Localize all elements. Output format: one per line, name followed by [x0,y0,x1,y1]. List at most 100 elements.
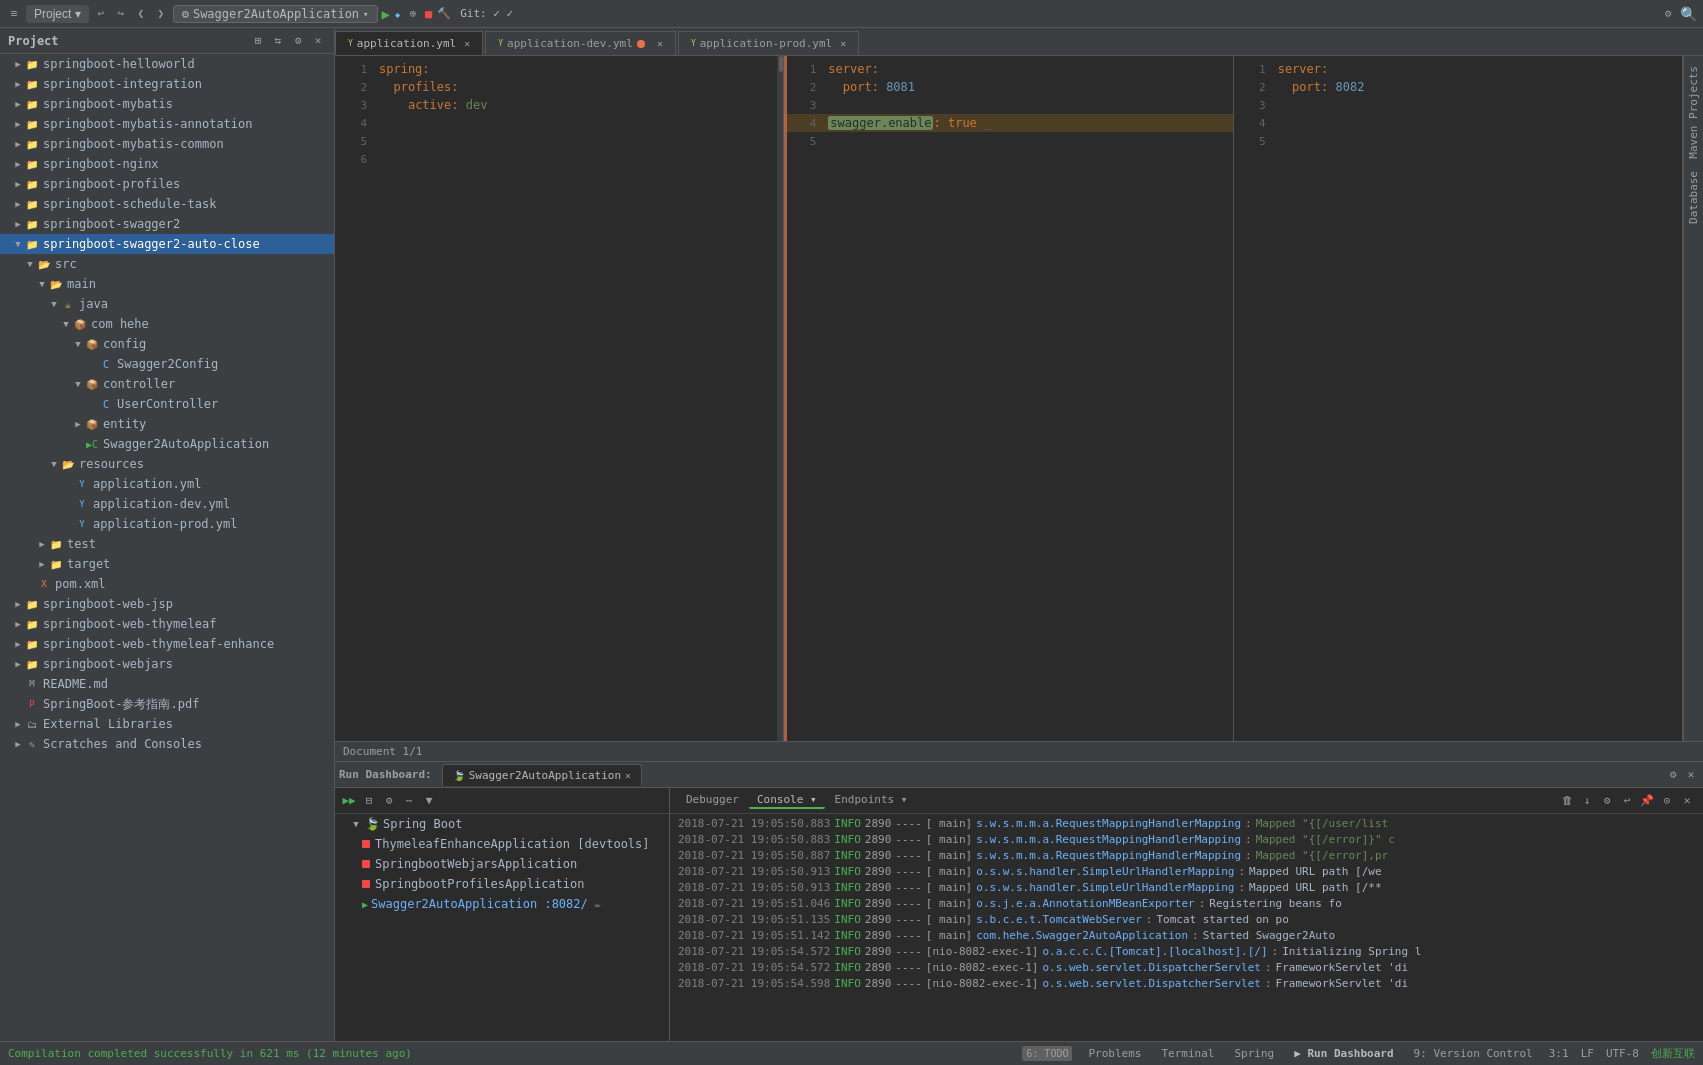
undo-icon[interactable]: ↩ [93,6,109,22]
sidebar-close-icon[interactable]: ✕ [310,33,326,49]
tree-item-mybatis[interactable]: ▶ 📁 springboot-mybatis [0,94,334,114]
process-profiles[interactable]: SpringbootProfilesApplication [335,874,669,894]
tree-item-pdf[interactable]: P SpringBoot-参考指南.pdf [0,694,334,714]
tab-close-appdevyml[interactable]: ✕ [657,38,663,49]
edit-icon[interactable]: ✏ [595,899,601,910]
tree-item-mybatis-common[interactable]: ▶ 📁 springboot-mybatis-common [0,134,334,154]
menu-icon[interactable]: ≡ [6,6,22,22]
editor-content-1[interactable]: 1 spring: 2 profiles: 3 active: dev 4 [335,56,783,741]
tree-item-nginx[interactable]: ▶ 📁 springboot-nginx [0,154,334,174]
more-icon[interactable]: ⋯ [401,793,417,809]
editor-content-3[interactable]: 1 server: 2 port: 8082 3 4 [1234,56,1682,741]
tree-item-appyml[interactable]: Y application.yml [0,474,334,494]
tree-item-thymeleaf-enhance[interactable]: ▶ 📁 springboot-web-thymeleaf-enhance [0,634,334,654]
coverage-button[interactable]: ⊕ [405,6,421,22]
tree-item-swagger2-auto[interactable]: ▼ 📁 springboot-swagger2-auto-close [0,234,334,254]
tree-item-thymeleaf[interactable]: ▶ 📁 springboot-web-thymeleaf [0,614,334,634]
log-class-3: s.w.s.m.m.a.RequestMappingHandlerMapping [976,848,1241,864]
tab-application-dev-yml[interactable]: Y application-dev.yml ✕ [485,31,676,55]
tab-close-appyml[interactable]: ✕ [464,38,470,49]
tree-item-main[interactable]: ▼ 📂 main [0,274,334,294]
console-pin-icon[interactable]: 📌 [1639,793,1655,809]
console-filter-icon[interactable]: ⚙ [1599,793,1615,809]
build-icon[interactable]: 🔨 [436,6,452,22]
sidebar-gear-icon[interactable]: ⚙ [290,33,306,49]
nav-forward-icon[interactable]: ❯ [153,6,169,22]
tree-item-webjars[interactable]: ▶ 📁 springboot-webjars [0,654,334,674]
todo-tab[interactable]: 6: TODO [1022,1046,1072,1061]
tree-item-schedule[interactable]: ▶ 📁 springboot-schedule-task [0,194,334,214]
tree-item-entity[interactable]: ▶ 📦 entity [0,414,334,434]
maven-projects-label[interactable]: Maven Projects [1685,60,1702,165]
database-label[interactable]: Database [1685,165,1702,230]
tree-item-scratches[interactable]: ▶ ✎ Scratches and Consoles [0,734,334,754]
project-button[interactable]: Project ▾ [26,5,89,23]
run-dashboard-label: Run Dashboard: [339,768,432,781]
run-tab-close[interactable]: ✕ [625,770,631,781]
tab-application-yml[interactable]: Y application.yml ✕ [335,31,483,55]
process-group-spring[interactable]: ▼ 🍃 Spring Boot [335,814,669,834]
sidebar-sync-icon[interactable]: ⇆ [270,33,286,49]
run-dashboard-tab[interactable]: ▶ Run Dashboard [1290,1045,1397,1062]
funnel-icon[interactable]: ▼ [421,793,437,809]
tree-item-resources[interactable]: ▼ 📂 resources [0,454,334,474]
process-thymeleaf-enhance[interactable]: ThymeleafEnhanceApplication [devtools] [335,834,669,854]
console-clear-icon[interactable]: 🗑 [1559,793,1575,809]
sidebar-settings-icon[interactable]: ⊞ [250,33,266,49]
tree-item-comhehe[interactable]: ▼ 📦 com hehe [0,314,334,334]
tree-item-usercontroller[interactable]: C UserController [0,394,334,414]
process-webjars[interactable]: SpringbootWebjarsApplication [335,854,669,874]
run-close-icon[interactable]: ✕ [1683,767,1699,783]
tree-item-swagger2config[interactable]: C Swagger2Config [0,354,334,374]
editor-content-2[interactable]: 1 server: 2 port: 8081 3 4 swagger.enabl… [784,56,1232,741]
tree-item-config[interactable]: ▼ 📦 config [0,334,334,354]
process-swagger2-auto[interactable]: ▶ Swagger2AutoApplication :8082/ ✏ [335,894,669,914]
tree-item-readme[interactable]: M README.md [0,674,334,694]
run-button[interactable]: ▶ [382,6,390,22]
tab-close-appprodyyml[interactable]: ✕ [840,38,846,49]
tree-item-integration[interactable]: ▶ 📁 springboot-integration [0,74,334,94]
tree-item-webjsp[interactable]: ▶ 📁 springboot-web-jsp [0,594,334,614]
tree-item-controller[interactable]: ▼ 📦 controller [0,374,334,394]
collapse-all-icon[interactable]: ⊟ [361,793,377,809]
tree-item-mybatis-ann[interactable]: ▶ 📁 springboot-mybatis-annotation [0,114,334,134]
tree-item-test[interactable]: ▶ 📁 test [0,534,334,554]
tree-item-appprodyyml[interactable]: Y application-prod.yml [0,514,334,534]
tab-console[interactable]: Console ▾ [749,792,825,809]
project-tree[interactable]: ▶ 📁 springboot-helloworld ▶ 📁 springboot… [0,54,334,1041]
console-settings-icon[interactable]: ⊙ [1659,793,1675,809]
tree-item-appdevyml[interactable]: Y application-dev.yml [0,494,334,514]
run-tab-swagger2[interactable]: 🍃 Swagger2AutoApplication ✕ [442,764,642,786]
tab-application-prod-yml[interactable]: Y application-prod.yml ✕ [678,31,859,55]
tab-endpoints[interactable]: Endpoints ▾ [827,792,916,809]
spring-tab[interactable]: Spring [1230,1045,1278,1062]
redo-icon[interactable]: ↪ [113,6,129,22]
console-wrap-icon[interactable]: ↩ [1619,793,1635,809]
tree-item-pomxml[interactable]: X pom.xml [0,574,334,594]
debug-button[interactable]: ⬥ [394,7,401,21]
problems-tab[interactable]: Problems [1084,1045,1145,1062]
tree-item-swagger2[interactable]: ▶ 📁 springboot-swagger2 [0,214,334,234]
tree-item-profiles[interactable]: ▶ 📁 springboot-profiles [0,174,334,194]
tree-item-mainclass[interactable]: ▶C Swagger2AutoApplication [0,434,334,454]
filter-icon[interactable]: ⚙ [381,793,397,809]
settings-icon[interactable]: ⚙ [1660,6,1676,22]
run-config[interactable]: ⚙ Swagger2AutoApplication ▾ [173,5,378,23]
tree-item-extlibs[interactable]: ▶ 🗂 External Libraries [0,714,334,734]
terminal-tab[interactable]: Terminal [1157,1045,1218,1062]
run-config-dropdown-icon: ▾ [363,9,368,19]
run-all-icon[interactable]: ▶▶ [341,793,357,809]
nav-back-icon[interactable]: ❮ [133,6,149,22]
tree-item-target[interactable]: ▶ 📁 target [0,554,334,574]
tree-item-java[interactable]: ▼ ☕ java [0,294,334,314]
tree-item-helloworld[interactable]: ▶ 📁 springboot-helloworld [0,54,334,74]
run-settings-icon[interactable]: ⚙ [1665,767,1681,783]
search-icon[interactable]: 🔍 [1680,6,1697,22]
stop-button[interactable]: ■ [425,7,432,21]
console-scroll-icon[interactable]: ↓ [1579,793,1595,809]
version-control-tab[interactable]: 9: Version Control [1410,1045,1537,1062]
editor-area: 1 spring: 2 profiles: 3 active: dev 4 [335,56,1703,741]
tab-debugger[interactable]: Debugger [678,792,747,809]
tree-item-src[interactable]: ▼ 📂 src [0,254,334,274]
console-close-icon[interactable]: ✕ [1679,793,1695,809]
